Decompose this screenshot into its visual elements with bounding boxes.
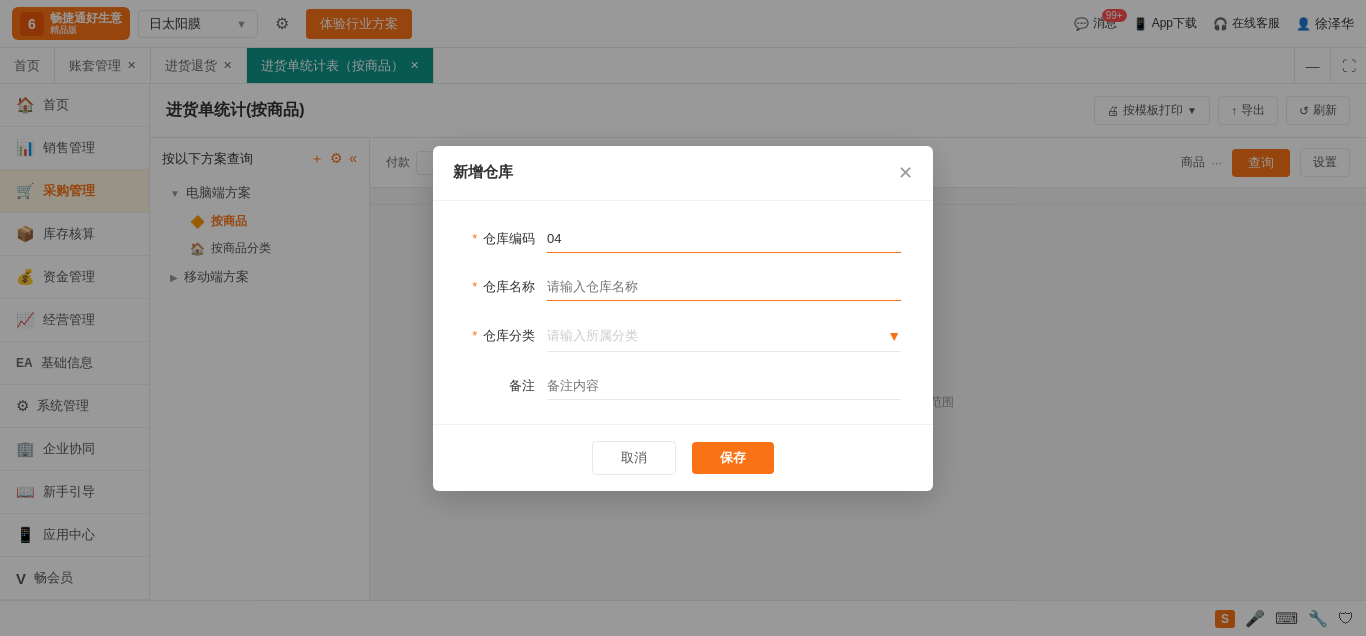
warehouse-note-input[interactable] — [547, 372, 901, 400]
modal-header: 新增仓库 ✕ — [433, 146, 933, 201]
modal-body: * 仓库编码 * 仓库名称 * 仓库分类 请输入所属 — [433, 201, 933, 424]
category-placeholder: 请输入所属分类 — [547, 327, 638, 345]
form-row-code: * 仓库编码 — [465, 225, 901, 253]
form-row-category: * 仓库分类 请输入所属分类 ▼ — [465, 321, 901, 352]
warehouse-category-select[interactable]: 请输入所属分类 ▼ — [547, 321, 901, 352]
name-label: * 仓库名称 — [465, 278, 535, 296]
cancel-button[interactable]: 取消 — [592, 441, 676, 475]
add-warehouse-modal: 新增仓库 ✕ * 仓库编码 * 仓库名称 — [433, 146, 933, 491]
code-required-mark: * — [472, 231, 477, 246]
save-button[interactable]: 保存 — [692, 442, 774, 474]
category-label: * 仓库分类 — [465, 327, 535, 345]
warehouse-name-input[interactable] — [547, 273, 901, 301]
form-row-name: * 仓库名称 — [465, 273, 901, 301]
category-dropdown-icon: ▼ — [887, 328, 901, 344]
modal-overlay: 新增仓库 ✕ * 仓库编码 * 仓库名称 — [0, 0, 1366, 636]
category-required-mark: * — [472, 328, 477, 343]
form-row-note: 备注 — [465, 372, 901, 400]
note-label: 备注 — [465, 377, 535, 395]
name-required-mark: * — [472, 279, 477, 294]
modal-close-button[interactable]: ✕ — [898, 162, 913, 184]
modal-footer: 取消 保存 — [433, 424, 933, 491]
modal-title: 新增仓库 — [453, 163, 513, 182]
warehouse-code-input[interactable] — [547, 225, 901, 253]
code-label: * 仓库编码 — [465, 230, 535, 248]
